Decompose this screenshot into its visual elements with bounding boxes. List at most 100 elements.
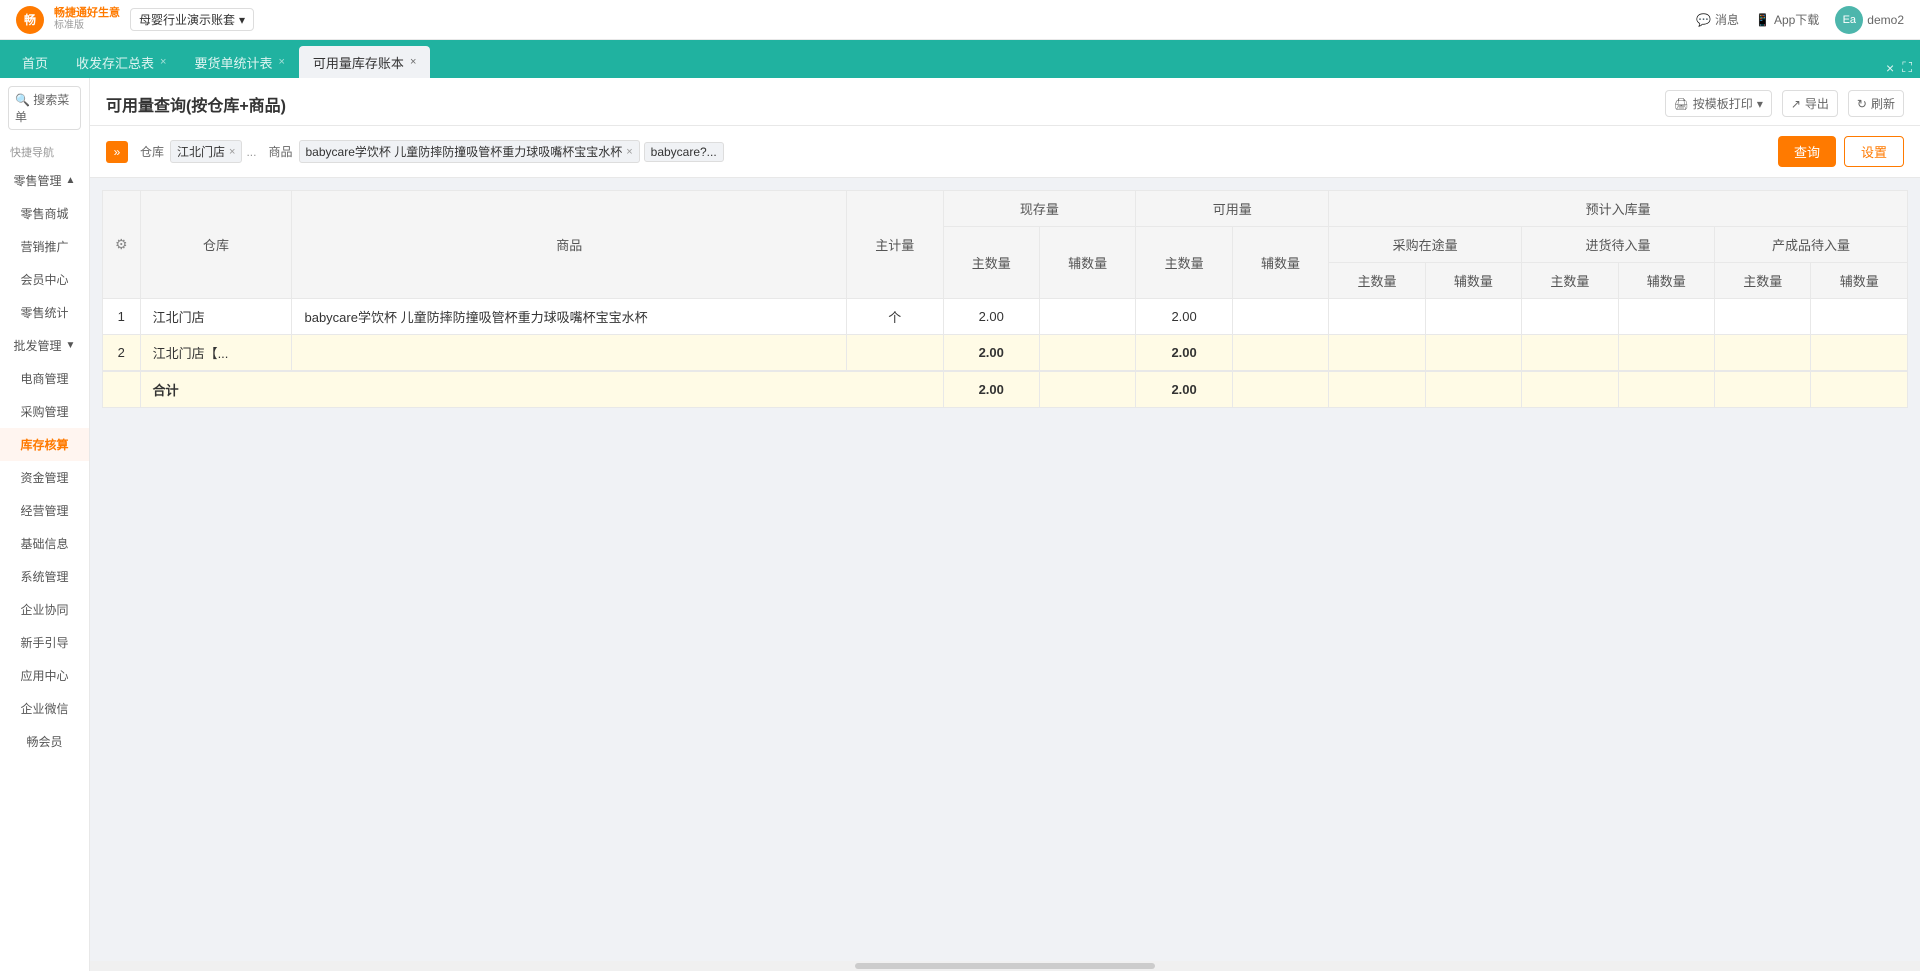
product-tags: babycare学饮杯 儿童防摔防撞吸管杯重力球吸嘴杯宝宝水杯 × babyca… xyxy=(299,140,724,163)
th-current-stock: 现存量 xyxy=(943,191,1136,227)
sidebar-item-enterprise-wechat[interactable]: 企业微信 xyxy=(0,692,89,725)
row1-inbound-main xyxy=(1522,299,1618,335)
th-inbound-main: 主数量 xyxy=(1522,263,1618,299)
th-available-main: 主数量 xyxy=(1136,227,1232,299)
row2-product-main xyxy=(1715,335,1811,372)
sidebar-item-operation-mgmt[interactable]: 经营管理 xyxy=(0,494,89,527)
app-name-line1: 畅捷通好生意 xyxy=(54,7,120,20)
sidebar-search-area: 🔍 搜索菜单 xyxy=(0,78,89,138)
search-menu-btn[interactable]: 🔍 搜索菜单 xyxy=(8,86,81,130)
row1-product-main xyxy=(1715,299,1811,335)
row1-current-aux xyxy=(1039,299,1135,335)
th-product: 商品 xyxy=(292,191,847,299)
app-name-line2: 标准版 xyxy=(54,20,120,32)
product-filter-label: 商品 xyxy=(268,143,292,160)
row2-purchase-aux xyxy=(1425,335,1521,372)
tab-order-stats[interactable]: 要货单统计表 × xyxy=(180,46,298,78)
sidebar-item-ecommerce-mgmt[interactable]: 电商管理 xyxy=(0,362,89,395)
th-product-pending: 产成品待入量 xyxy=(1715,227,1908,263)
product-filter-group: 商品 babycare学饮杯 儿童防摔防撞吸管杯重力球吸嘴杯宝宝水杯 × bab… xyxy=(268,140,723,163)
tab-order-stats-close[interactable]: × xyxy=(278,56,284,68)
topbar-right: 💬 消息 📱 App下载 Ea demo2 xyxy=(1696,6,1904,34)
table-row: 2 江北门店【... 2.00 2.00 xyxy=(103,335,1908,372)
product-tag-babycare2[interactable]: babycare?... xyxy=(644,142,724,162)
sidebar-item-retail-mgmt[interactable]: 零售管理 ▲ xyxy=(0,164,89,197)
th-inbound-aux: 辅数量 xyxy=(1618,263,1714,299)
row1-available-main: 2.00 xyxy=(1136,299,1232,335)
warehouse-more-btn[interactable]: ... xyxy=(246,145,256,159)
th-available-aux: 辅数量 xyxy=(1232,227,1328,299)
row1-inbound-aux xyxy=(1618,299,1714,335)
tab-receipt-summary-close[interactable]: × xyxy=(160,56,166,68)
filter-action-btns: 查询 设置 xyxy=(1778,136,1904,167)
printer-icon: 🖨 xyxy=(1674,97,1689,111)
message-icon: 💬 xyxy=(1696,13,1711,27)
query-btn[interactable]: 查询 xyxy=(1778,136,1836,167)
row2-index: 2 xyxy=(103,335,141,372)
row1-product: babycare学饮杯 儿童防摔防撞吸管杯重力球吸嘴杯宝宝水杯 xyxy=(292,299,847,335)
footer-inbound-main xyxy=(1522,371,1618,408)
th-product-aux: 辅数量 xyxy=(1811,263,1908,299)
message-btn[interactable]: 💬 消息 xyxy=(1696,11,1739,28)
page-title: 可用量查询(按仓库+商品) xyxy=(106,92,286,116)
sidebar-item-app-center[interactable]: 应用中心 xyxy=(0,659,89,692)
th-purchase-aux: 辅数量 xyxy=(1425,263,1521,299)
product-tag-babycare[interactable]: babycare学饮杯 儿童防摔防撞吸管杯重力球吸嘴杯宝宝水杯 × xyxy=(299,140,640,163)
sidebar-item-wholesale-mgmt[interactable]: 批发管理 ▼ xyxy=(0,329,89,362)
industry-select[interactable]: 母婴行业演示账套 ▾ xyxy=(130,8,254,31)
print-template-btn[interactable]: 🖨 按模板打印 ▾ xyxy=(1665,90,1772,117)
row2-product xyxy=(292,335,847,372)
refresh-icon: ↻ xyxy=(1857,97,1867,111)
sidebar-item-retail-stats[interactable]: 零售统计 xyxy=(0,296,89,329)
table-body: 1 江北门店 babycare学饮杯 儿童防摔防撞吸管杯重力球吸嘴杯宝宝水杯 个… xyxy=(103,299,1908,372)
sidebar-item-marketing[interactable]: 营销推广 xyxy=(0,230,89,263)
row1-unit: 个 xyxy=(847,299,943,335)
sidebar-item-vip-member[interactable]: 畅会员 xyxy=(0,725,89,758)
content-area: 可用量查询(按仓库+商品) 🖨 按模板打印 ▾ ↗ 导出 ↻ 刷新 xyxy=(90,78,1920,971)
expand-filter-btn[interactable]: » xyxy=(106,141,128,163)
app-download-btn[interactable]: 📱 App下载 xyxy=(1755,11,1819,28)
export-btn[interactable]: ↗ 导出 xyxy=(1782,90,1838,117)
tab-available-stock-close[interactable]: × xyxy=(410,56,416,68)
scroll-thumb[interactable] xyxy=(855,963,1155,969)
warehouse-tag-jiangbei[interactable]: 江北门店 × xyxy=(170,140,242,163)
sidebar-item-member-center[interactable]: 会员中心 xyxy=(0,263,89,296)
sidebar-item-inventory-check[interactable]: 库存核算 xyxy=(0,428,89,461)
row2-current-aux xyxy=(1039,335,1135,372)
fullscreen-btn[interactable]: ⛶ xyxy=(1902,59,1912,76)
chevron-down-icon: ▲ xyxy=(66,175,76,186)
horizontal-scrollbar[interactable] xyxy=(90,961,1920,971)
sidebar: 🔍 搜索菜单 快捷导航 零售管理 ▲ 零售商城 营销推广 会员中心 零售统计 批… xyxy=(0,78,90,971)
tab-receipt-summary[interactable]: 收发存汇总表 × xyxy=(62,46,180,78)
footer-current-main: 2.00 xyxy=(943,371,1039,408)
tab-available-stock[interactable]: 可用量库存账本 × xyxy=(299,46,430,78)
sidebar-item-enterprise-collab[interactable]: 企业协同 xyxy=(0,593,89,626)
close-all-tabs-btn[interactable]: × xyxy=(1886,60,1894,76)
settings-btn[interactable]: 设置 xyxy=(1844,136,1904,167)
row1-warehouse: 江北门店 xyxy=(140,299,292,335)
phone-icon: 📱 xyxy=(1755,13,1770,27)
footer-current-aux xyxy=(1039,371,1135,408)
sidebar-item-finance-mgmt[interactable]: 资金管理 xyxy=(0,461,89,494)
export-icon: ↗ xyxy=(1791,97,1801,111)
row2-purchase-main xyxy=(1329,335,1425,372)
sidebar-item-basic-info[interactable]: 基础信息 xyxy=(0,527,89,560)
product-tag-babycare-close[interactable]: × xyxy=(626,146,632,158)
row2-inbound-aux xyxy=(1618,335,1714,372)
tab-home[interactable]: 首页 xyxy=(8,46,62,78)
refresh-btn[interactable]: ↻ 刷新 xyxy=(1848,90,1904,117)
logo-icon: 畅 xyxy=(16,6,44,34)
settings-icon[interactable]: ⚙ xyxy=(115,236,128,252)
sidebar-item-retail-mall[interactable]: 零售商城 xyxy=(0,197,89,230)
th-purchase-main: 主数量 xyxy=(1329,263,1425,299)
user-area[interactable]: Ea demo2 xyxy=(1835,6,1904,34)
sidebar-item-new-guide[interactable]: 新手引导 xyxy=(0,626,89,659)
sidebar-item-system-mgmt[interactable]: 系统管理 xyxy=(0,560,89,593)
warehouse-tag-close[interactable]: × xyxy=(229,146,235,158)
th-current-aux: 辅数量 xyxy=(1039,227,1135,299)
warehouse-filter-label: 仓库 xyxy=(140,143,164,160)
sidebar-item-purchase-mgmt[interactable]: 采购管理 xyxy=(0,395,89,428)
warehouse-tags: 江北门店 × ... xyxy=(170,140,256,163)
row1-available-aux xyxy=(1232,299,1328,335)
row2-warehouse: 江北门店【... xyxy=(140,335,292,372)
